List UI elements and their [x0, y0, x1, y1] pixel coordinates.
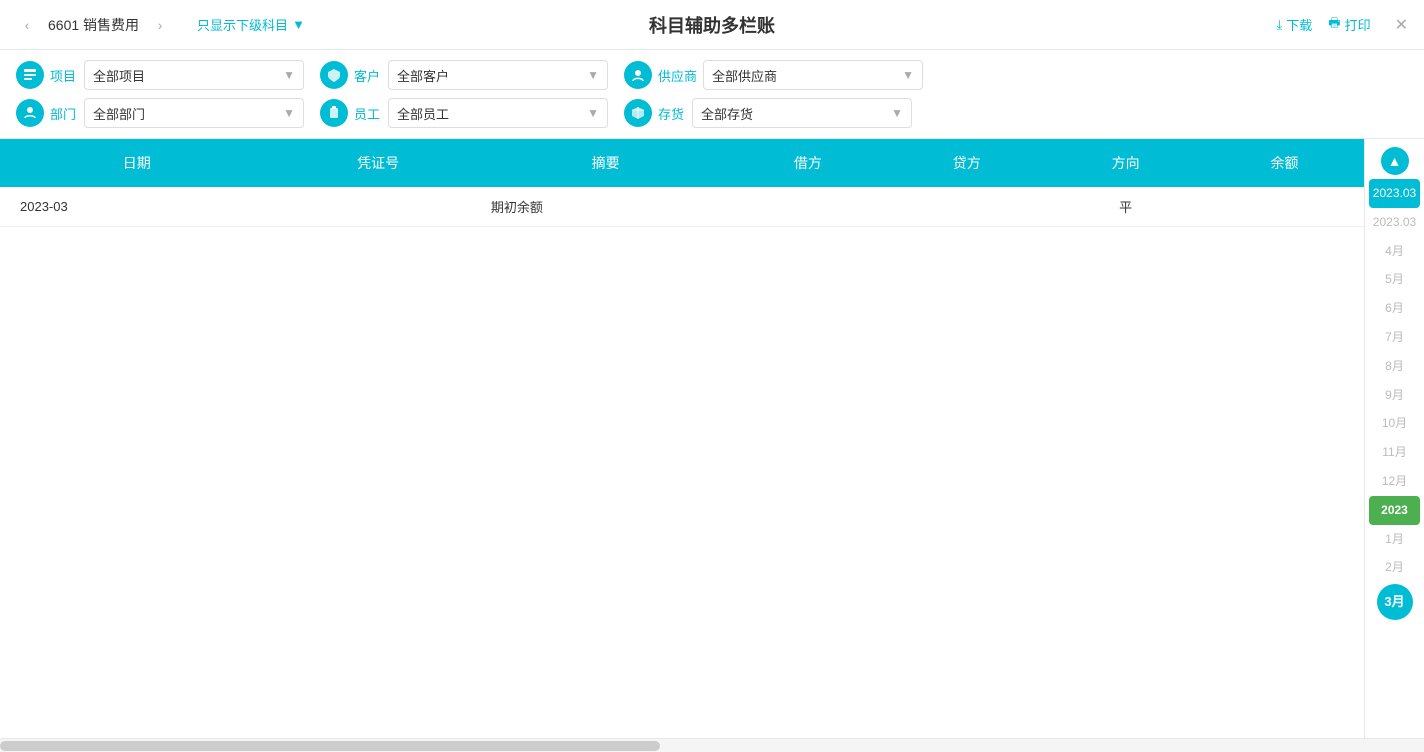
filter-area: 项目 全部项目 ▼ 客户 全部客户 ▼	[0, 50, 1424, 139]
page-title: 科目辅助多栏账	[649, 12, 775, 38]
account-code: 6601 销售费用	[44, 13, 143, 37]
sidebar-item-2023-03-top[interactable]: 2023.03	[1369, 179, 1420, 208]
employee-icon	[320, 99, 348, 127]
main-window: ‹ 6601 销售费用 › 只显示下级科目 ▼ 科目辅助多栏账 ⤓ 下载 🖶 打…	[0, 0, 1424, 752]
cell-summary: 期初余额	[483, 187, 729, 227]
sidebar-item-september[interactable]: 9月	[1365, 381, 1424, 410]
sidebar-item-february[interactable]: 2月	[1365, 553, 1424, 582]
sidebar-item-2023-03-b[interactable]: 2023.03	[1365, 208, 1424, 237]
supplier-icon	[624, 61, 652, 89]
filter-supplier: 供应商 全部供应商 ▼	[624, 60, 923, 90]
filter-row-2: 部门 全部部门 ▼ 员工 全部员工 ▼	[16, 98, 1408, 128]
inventory-select-arrow: ▼	[891, 106, 903, 120]
cell-credit	[887, 187, 1046, 227]
title-bar-right: ⤓ 下载 🖶 打印 ✕	[1277, 14, 1408, 36]
next-account-btn[interactable]: ›	[149, 14, 171, 36]
project-select[interactable]: 全部项目 ▼	[84, 60, 304, 90]
col-balance: 余额	[1205, 139, 1364, 187]
department-select[interactable]: 全部部门 ▼	[84, 98, 304, 128]
sidebar-item-january[interactable]: 1月	[1365, 525, 1424, 554]
col-date: 日期	[0, 139, 273, 187]
department-icon	[16, 99, 44, 127]
project-label: 项目	[50, 66, 78, 85]
sidebar-item-april[interactable]: 4月	[1365, 237, 1424, 266]
sidebar-item-july[interactable]: 7月	[1365, 323, 1424, 352]
col-direction: 方向	[1046, 139, 1205, 187]
cell-balance	[1205, 187, 1364, 227]
filter-row-1: 项目 全部项目 ▼ 客户 全部客户 ▼	[16, 60, 1408, 90]
sidebar-item-october[interactable]: 10月	[1365, 409, 1424, 438]
scroll-thumb	[0, 741, 660, 751]
filter-customer: 客户 全部客户 ▼	[320, 60, 608, 90]
col-debit: 借方	[728, 139, 887, 187]
data-table: 日期 凭证号 摘要 借方 贷方 方向 余额 2023-03 期初余额	[0, 139, 1364, 227]
customer-label: 客户	[354, 66, 382, 85]
show-sub-accounts-dropdown[interactable]: 只显示下级科目 ▼	[197, 15, 305, 34]
cell-date: 2023-03	[0, 187, 273, 227]
supplier-label: 供应商	[658, 66, 697, 85]
cell-direction: 平	[1046, 187, 1205, 227]
sidebar-item-august[interactable]: 8月	[1365, 352, 1424, 381]
download-btn[interactable]: ⤓ 下载	[1277, 15, 1313, 34]
col-summary: 摘要	[483, 139, 729, 187]
supplier-select[interactable]: 全部供应商 ▼	[703, 60, 923, 90]
prev-account-btn[interactable]: ‹	[16, 14, 38, 36]
title-bar-left: ‹ 6601 销售费用 › 只显示下级科目 ▼	[16, 13, 305, 37]
table-container: 日期 凭证号 摘要 借方 贷方 方向 余额 2023-03 期初余额	[0, 139, 1364, 738]
customer-select[interactable]: 全部客户 ▼	[388, 60, 608, 90]
department-select-arrow: ▼	[283, 106, 295, 120]
sidebar-item-november[interactable]: 11月	[1365, 438, 1424, 467]
inventory-label: 存货	[658, 104, 686, 123]
supplier-select-arrow: ▼	[902, 68, 914, 82]
horizontal-scrollbar[interactable]	[0, 738, 1424, 752]
title-bar: ‹ 6601 销售费用 › 只显示下级科目 ▼ 科目辅助多栏账 ⤓ 下载 🖶 打…	[0, 0, 1424, 50]
right-sidebar: ▲ 2023.03 2023.03 4月 5月 6月 7月 8月	[1364, 139, 1424, 738]
col-voucher: 凭证号	[273, 139, 482, 187]
sidebar-item-june[interactable]: 6月	[1365, 294, 1424, 323]
employee-label: 员工	[354, 104, 382, 123]
department-label: 部门	[50, 104, 78, 123]
table-header-row: 日期 凭证号 摘要 借方 贷方 方向 余额	[0, 139, 1364, 187]
sidebar-item-may[interactable]: 5月	[1365, 265, 1424, 294]
filter-inventory: 存货 全部存货 ▼	[624, 98, 912, 128]
inventory-select[interactable]: 全部存货 ▼	[692, 98, 912, 128]
print-btn[interactable]: 🖶 打印	[1328, 14, 1370, 36]
employee-select-arrow: ▼	[587, 106, 599, 120]
filter-employee: 员工 全部员工 ▼	[320, 98, 608, 128]
download-icon: ⤓	[1277, 17, 1283, 33]
sidebar-item-december[interactable]: 12月	[1365, 467, 1424, 496]
filter-department: 部门 全部部门 ▼	[16, 98, 304, 128]
filter-project: 项目 全部项目 ▼	[16, 60, 304, 90]
customer-icon	[320, 61, 348, 89]
sidebar-scroll-up-btn[interactable]: ▲	[1381, 147, 1409, 175]
employee-select[interactable]: 全部员工 ▼	[388, 98, 608, 128]
inventory-icon	[624, 99, 652, 127]
dropdown-arrow-icon: ▼	[292, 17, 305, 32]
cell-debit	[728, 187, 887, 227]
sidebar-item-year-2023[interactable]: 2023	[1369, 496, 1420, 525]
print-icon: 🖶	[1328, 14, 1340, 36]
customer-select-arrow: ▼	[587, 68, 599, 82]
cell-voucher	[273, 187, 482, 227]
project-icon	[16, 61, 44, 89]
project-select-arrow: ▼	[283, 68, 295, 82]
table-row: 2023-03 期初余额 平	[0, 187, 1364, 227]
col-credit: 贷方	[887, 139, 1046, 187]
sidebar-item-march[interactable]: 3月	[1377, 584, 1413, 620]
close-btn[interactable]: ✕	[1395, 15, 1408, 35]
